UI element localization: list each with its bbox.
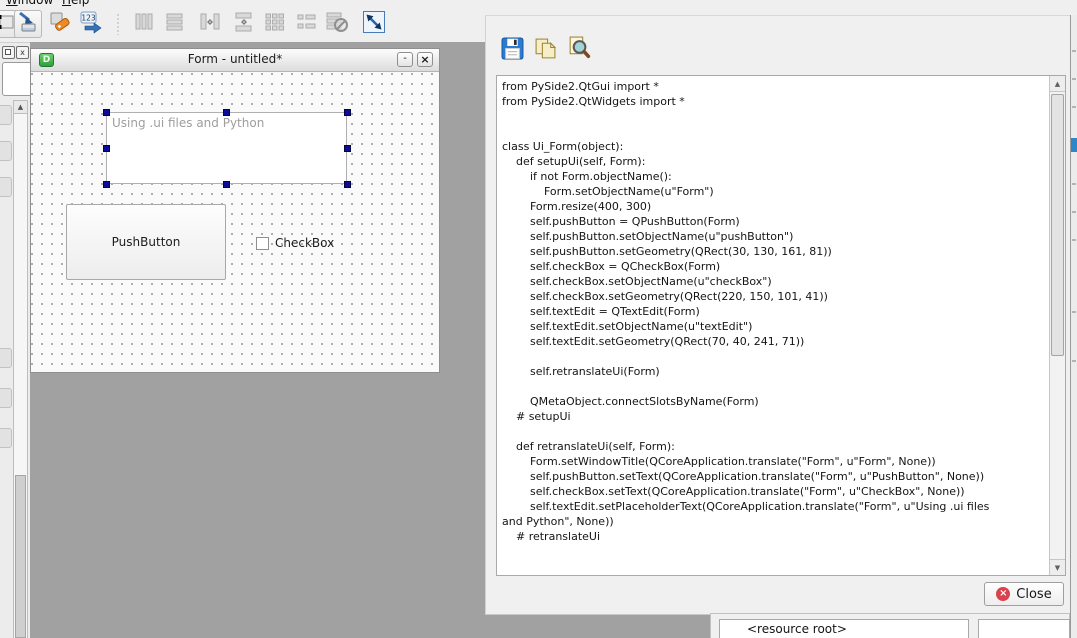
layout-grid-icon bbox=[264, 11, 286, 37]
edit-buddies-button[interactable] bbox=[46, 10, 74, 38]
code-scroll-thumb[interactable] bbox=[1051, 94, 1064, 356]
edit-signals-slots-button[interactable] bbox=[14, 10, 42, 38]
find-button[interactable] bbox=[565, 37, 591, 63]
widget-category-item[interactable] bbox=[0, 428, 12, 448]
resource-detail-box bbox=[978, 619, 1070, 638]
float-icon bbox=[5, 49, 11, 55]
close-button-label: Close bbox=[1016, 587, 1051, 602]
selection-handle-top-center[interactable] bbox=[223, 109, 230, 116]
checkbox-widget[interactable]: CheckBox bbox=[256, 236, 334, 250]
layout-vertical-splitter-button[interactable] bbox=[230, 10, 258, 38]
layout-horizontal-splitter-button[interactable] bbox=[196, 10, 224, 38]
resource-root-item[interactable]: <resource root> bbox=[719, 619, 969, 638]
find-icon bbox=[566, 36, 591, 64]
copy-icon bbox=[534, 37, 557, 64]
sliver-tick bbox=[1072, 239, 1076, 241]
resource-browser-panel: <resource root> bbox=[710, 613, 1070, 638]
code-text[interactable]: from PySide2.QtGui import * from PySide2… bbox=[502, 79, 1045, 544]
layout-form-icon bbox=[296, 11, 318, 37]
menu-window[interactable]: Window bbox=[6, 0, 53, 7]
form-canvas[interactable]: Using .ui files and Python PushButton Ch… bbox=[31, 72, 439, 372]
pushbutton-widget[interactable]: PushButton bbox=[66, 204, 226, 280]
svg-text:123: 123 bbox=[81, 14, 96, 23]
save-button[interactable] bbox=[499, 37, 525, 63]
widget-box-scrollbar[interactable]: ▲ bbox=[13, 100, 28, 638]
textedit-placeholder: Using .ui files and Python bbox=[112, 116, 264, 130]
layout-vertical-button[interactable] bbox=[161, 10, 189, 38]
scroll-down-icon[interactable]: ▼ bbox=[1050, 559, 1065, 575]
close-badge-icon: × bbox=[996, 587, 1010, 601]
form-minimize-button[interactable]: - bbox=[397, 52, 413, 67]
edit-signals-slots-icon bbox=[17, 11, 39, 37]
widget-category-item[interactable] bbox=[0, 141, 12, 161]
designer-form-window: D Form - untitled* - × Using .ui files a… bbox=[30, 48, 440, 373]
form-window-titlebar[interactable]: D Form - untitled* - × bbox=[31, 49, 439, 72]
layout-grid-button[interactable] bbox=[261, 10, 289, 38]
selection-handle-mid-left[interactable] bbox=[103, 145, 110, 152]
widget-category-item[interactable] bbox=[0, 388, 12, 408]
widget-box-float-button[interactable] bbox=[2, 46, 15, 59]
selection-handle-bottom-left[interactable] bbox=[103, 181, 110, 188]
code-view[interactable]: from PySide2.QtGui import * from PySide2… bbox=[496, 75, 1066, 576]
widget-filter-input[interactable] bbox=[2, 62, 32, 96]
pushbutton-label: PushButton bbox=[112, 235, 181, 249]
widget-category-item[interactable] bbox=[0, 348, 12, 368]
break-layout-icon bbox=[325, 10, 349, 38]
close-icon: x bbox=[20, 48, 25, 57]
widget-box-close-button[interactable]: x bbox=[16, 46, 29, 59]
edit-tab-order-icon: 123 bbox=[80, 10, 104, 38]
widget-category-item[interactable] bbox=[0, 105, 12, 125]
selection-handle-top-right[interactable] bbox=[344, 109, 351, 116]
sliver-tick bbox=[1072, 50, 1076, 52]
sliver-tick bbox=[1072, 106, 1076, 108]
sliver-tick bbox=[1072, 183, 1076, 185]
menu-help[interactable]: Help bbox=[62, 0, 89, 7]
checkbox-label: CheckBox bbox=[275, 236, 334, 250]
layout-horizontal-splitter-icon bbox=[199, 11, 221, 37]
toolbar-separator bbox=[117, 13, 119, 35]
scroll-up-icon[interactable]: ▲ bbox=[14, 101, 27, 114]
form-window-title: Form - untitled* bbox=[31, 52, 439, 66]
widget-category-item[interactable] bbox=[0, 177, 12, 197]
selection-handle-bottom-center[interactable] bbox=[223, 181, 230, 188]
adjust-size-button[interactable] bbox=[360, 10, 388, 38]
sliver-tick bbox=[1072, 360, 1076, 362]
sliver-tick bbox=[1072, 211, 1076, 213]
textedit-widget[interactable]: Using .ui files and Python bbox=[106, 112, 347, 184]
widget-box-panel: x ▲ bbox=[0, 42, 30, 638]
sliver-tick bbox=[1072, 311, 1076, 313]
checkbox-indicator[interactable] bbox=[256, 237, 269, 250]
menubar: Window Help bbox=[0, 0, 1077, 8]
edit-buddies-icon bbox=[48, 10, 72, 38]
form-close-button[interactable]: × bbox=[417, 52, 433, 67]
scroll-up-icon[interactable]: ▲ bbox=[1050, 76, 1065, 92]
layout-form-button[interactable] bbox=[293, 10, 321, 38]
layout-vertical-splitter-icon bbox=[233, 11, 255, 37]
layout-horizontal-button[interactable] bbox=[130, 10, 158, 38]
adjust-size-icon bbox=[362, 10, 386, 38]
selection-handle-mid-right[interactable] bbox=[344, 145, 351, 152]
close-button[interactable]: × Close bbox=[984, 582, 1064, 606]
edit-tab-order-button[interactable]: 123 bbox=[78, 10, 106, 38]
code-preview-dialog: from PySide2.QtGui import * from PySide2… bbox=[485, 15, 1070, 615]
layout-horizontal-icon bbox=[133, 11, 155, 37]
break-layout-button[interactable] bbox=[323, 10, 351, 38]
save-icon bbox=[501, 37, 524, 64]
layout-vertical-icon bbox=[164, 11, 186, 37]
sliver-selected-item bbox=[1071, 138, 1077, 152]
selection-handle-bottom-right[interactable] bbox=[344, 181, 351, 188]
copy-button[interactable] bbox=[532, 37, 558, 63]
sliver-tick bbox=[1072, 78, 1076, 80]
widget-box-scroll-thumb[interactable] bbox=[15, 475, 26, 638]
right-panel-sliver bbox=[1070, 15, 1077, 638]
code-scrollbar[interactable]: ▲ ▼ bbox=[1049, 76, 1065, 575]
selection-handle-top-left[interactable] bbox=[103, 109, 110, 116]
